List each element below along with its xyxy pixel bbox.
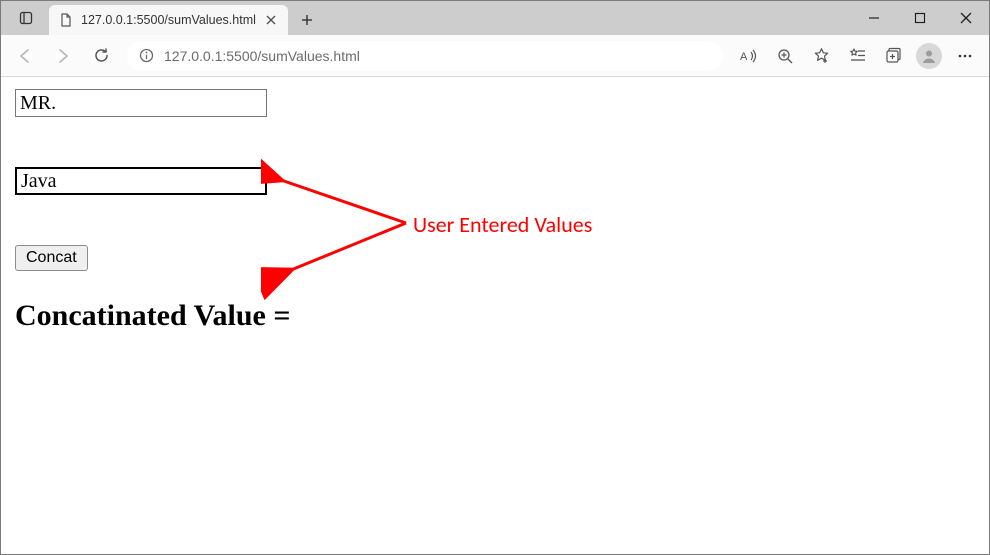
favorite-icon	[813, 47, 830, 64]
browser-toolbar: 127.0.0.1:5500/sumValues.html A	[1, 35, 989, 77]
profile-icon	[916, 43, 942, 69]
favorites-list-button[interactable]	[839, 38, 875, 74]
tab-title: 127.0.0.1:5500/sumValues.html	[81, 13, 256, 27]
collections-button[interactable]	[875, 38, 911, 74]
tab-manager-icon	[19, 11, 33, 25]
toolbar-right-icons: A	[731, 38, 983, 74]
input-2[interactable]	[15, 167, 267, 195]
plus-icon	[300, 13, 314, 27]
zoom-icon	[777, 48, 793, 64]
forward-icon	[54, 47, 72, 65]
window-maximize-button[interactable]	[897, 1, 943, 35]
minimize-icon	[868, 12, 880, 24]
tab-close-button[interactable]	[264, 13, 278, 27]
more-button[interactable]	[947, 38, 983, 74]
concat-button[interactable]: Concat	[15, 245, 88, 271]
forward-button[interactable]	[45, 38, 81, 74]
browser-tab[interactable]: 127.0.0.1:5500/sumValues.html	[49, 5, 288, 35]
window-controls	[851, 1, 989, 35]
site-info-icon[interactable]	[139, 48, 154, 63]
window-minimize-button[interactable]	[851, 1, 897, 35]
new-tab-button[interactable]	[292, 5, 322, 35]
maximize-icon	[914, 12, 926, 24]
refresh-button[interactable]	[83, 38, 119, 74]
svg-text:A: A	[740, 51, 748, 63]
favorite-button[interactable]	[803, 38, 839, 74]
refresh-icon	[93, 47, 110, 64]
page-icon	[59, 13, 73, 27]
result-heading: Concatinated Value =	[15, 299, 975, 333]
favorites-list-icon	[849, 47, 866, 64]
address-url: 127.0.0.1:5500/sumValues.html	[164, 48, 711, 64]
browser-titlebar: 127.0.0.1:5500/sumValues.html	[1, 1, 989, 35]
window-close-icon	[960, 12, 972, 24]
more-icon	[956, 47, 974, 65]
read-aloud-icon: A	[740, 48, 758, 64]
window-close-button[interactable]	[943, 1, 989, 35]
zoom-button[interactable]	[767, 38, 803, 74]
read-aloud-button[interactable]: A	[731, 38, 767, 74]
input-1[interactable]	[15, 89, 267, 117]
back-icon	[16, 47, 34, 65]
tab-actions-button[interactable]	[9, 1, 43, 35]
back-button[interactable]	[7, 38, 43, 74]
profile-button[interactable]	[911, 38, 947, 74]
page-content: Concat Concatinated Value = User Entered…	[1, 77, 989, 345]
address-bar[interactable]: 127.0.0.1:5500/sumValues.html	[127, 41, 723, 71]
collections-icon	[885, 47, 902, 64]
